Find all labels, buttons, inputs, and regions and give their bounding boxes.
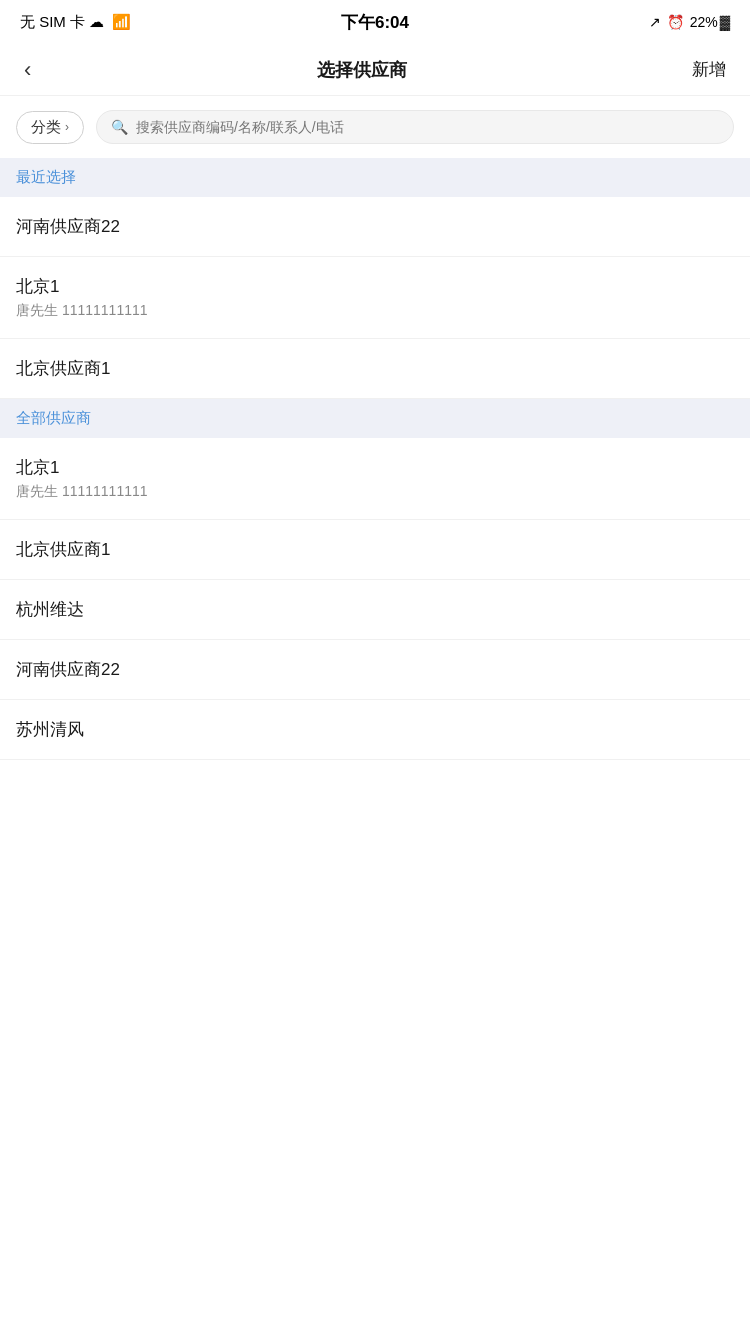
supplier-list: 最近选择河南供应商22 北京1 唐先生 11111111111 北京供应商1 全部供应商… bbox=[0, 158, 750, 760]
status-bar: 无 SIM 卡 ☁ 📶 下午6:04 ↗ ⏰ 22% ▓ bbox=[0, 0, 750, 44]
page-title: 选择供应商 bbox=[317, 58, 407, 82]
wifi-icon: 📶 bbox=[112, 13, 131, 31]
status-left: 无 SIM 卡 ☁ 📶 bbox=[20, 13, 131, 32]
alarm-icon: ⏰ bbox=[667, 14, 684, 30]
search-icon: 🔍 bbox=[111, 119, 128, 135]
navigation-bar: ‹ 选择供应商 新增 bbox=[0, 44, 750, 96]
list-item[interactable]: 北京供应商1 bbox=[0, 520, 750, 580]
section-header-all: 全部供应商 bbox=[0, 399, 750, 438]
supplier-name: 杭州维达 bbox=[16, 598, 734, 621]
back-button[interactable]: ‹ bbox=[16, 49, 39, 91]
add-button[interactable]: 新增 bbox=[684, 50, 734, 89]
list-item[interactable]: 北京1 唐先生 11111111111 bbox=[0, 438, 750, 520]
list-item[interactable]: 北京供应商1 bbox=[0, 339, 750, 399]
section-header-recent: 最近选择 bbox=[0, 158, 750, 197]
search-box[interactable]: 🔍 bbox=[96, 110, 734, 144]
search-area: 分类 › 🔍 bbox=[0, 96, 750, 158]
chevron-right-icon: › bbox=[65, 120, 69, 134]
supplier-sub: 唐先生 11111111111 bbox=[16, 483, 734, 501]
supplier-name: 河南供应商22 bbox=[16, 215, 734, 238]
status-right: ↗ ⏰ 22% ▓ bbox=[649, 14, 730, 30]
battery-indicator: 22% ▓ bbox=[690, 14, 730, 30]
supplier-name: 河南供应商22 bbox=[16, 658, 734, 681]
list-item[interactable]: 河南供应商22 bbox=[0, 197, 750, 257]
location-icon: ↗ bbox=[649, 14, 661, 30]
list-item[interactable]: 杭州维达 bbox=[0, 580, 750, 640]
battery-percent: 22% bbox=[690, 14, 718, 30]
supplier-name: 北京1 bbox=[16, 456, 734, 479]
list-item[interactable]: 北京1 唐先生 11111111111 bbox=[0, 257, 750, 339]
section-title-all: 全部供应商 bbox=[16, 409, 91, 426]
supplier-name: 北京1 bbox=[16, 275, 734, 298]
sim-label: 无 SIM 卡 ☁ bbox=[20, 13, 104, 32]
battery-icon: ▓ bbox=[720, 14, 730, 30]
list-item[interactable]: 苏州清风 bbox=[0, 700, 750, 760]
supplier-name: 北京供应商1 bbox=[16, 357, 734, 380]
supplier-sub: 唐先生 11111111111 bbox=[16, 302, 734, 320]
category-button[interactable]: 分类 › bbox=[16, 111, 84, 144]
status-time: 下午6:04 bbox=[341, 11, 409, 34]
search-input[interactable] bbox=[136, 119, 719, 135]
category-label: 分类 bbox=[31, 118, 61, 137]
section-title-recent: 最近选择 bbox=[16, 168, 76, 185]
supplier-name: 苏州清风 bbox=[16, 718, 734, 741]
list-item[interactable]: 河南供应商22 bbox=[0, 640, 750, 700]
supplier-name: 北京供应商1 bbox=[16, 538, 734, 561]
